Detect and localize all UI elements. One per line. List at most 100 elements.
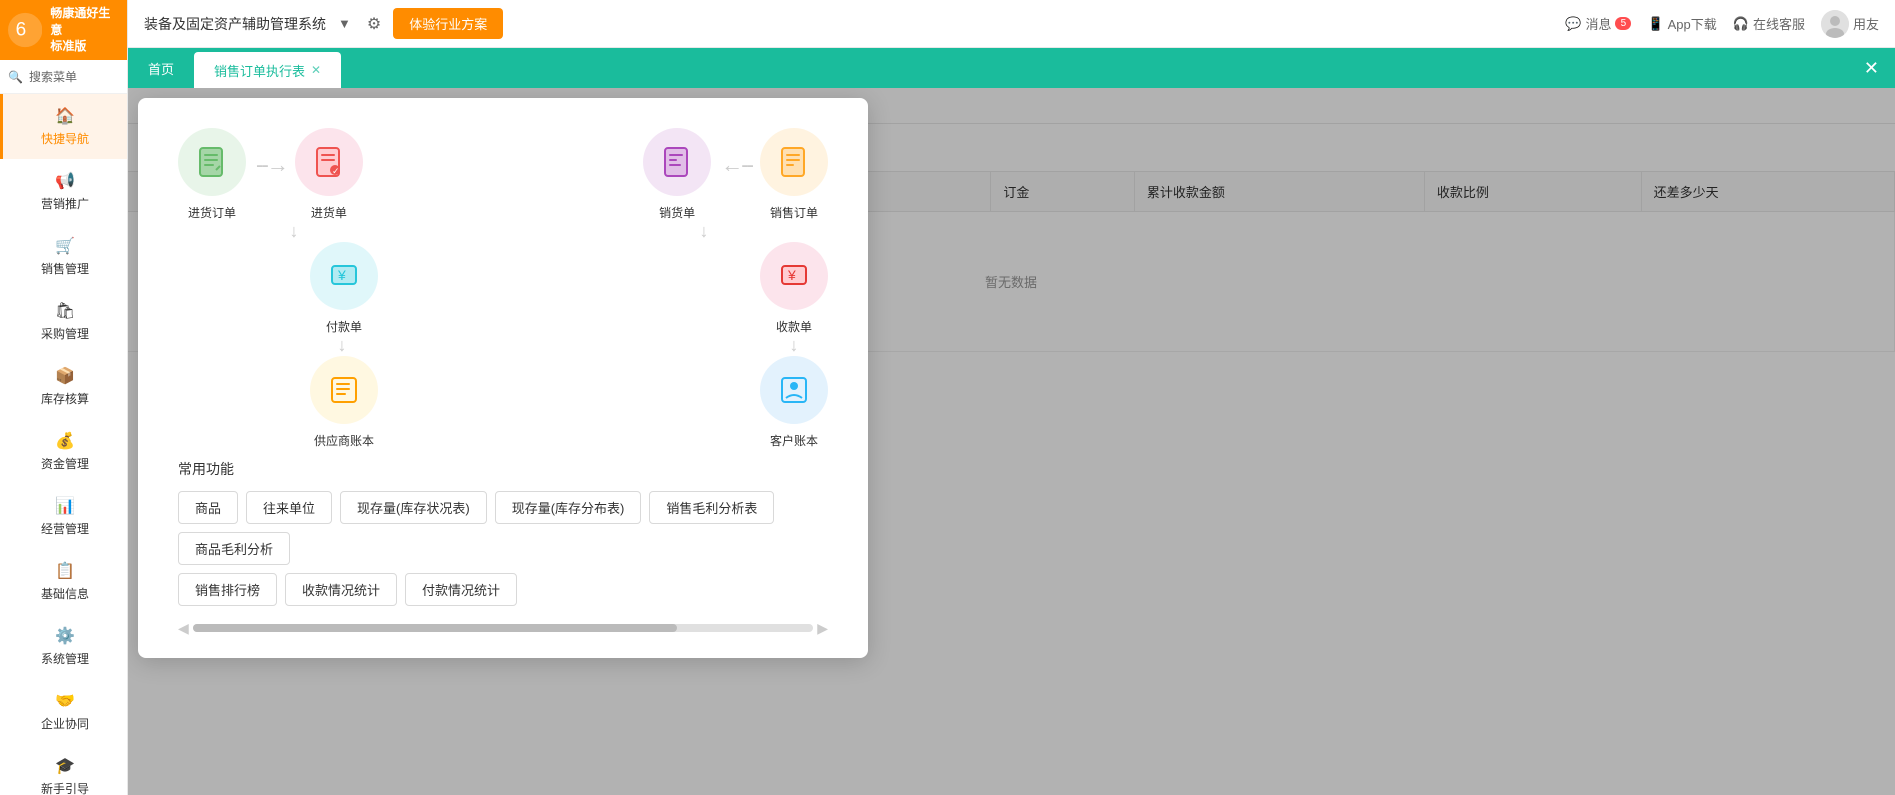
dashed-arrow-left-icon: ← - - — [721, 152, 750, 178]
purchase-bill-icon: ✓ — [295, 128, 363, 196]
down-arrow-sales-icon: ↓ — [700, 221, 709, 242]
sales-icon: 🛒 — [55, 236, 75, 256]
func-btn-goods[interactable]: 商品 — [178, 491, 238, 524]
topbar-right: 💬 消息 5 📱 App下载 🎧 在线客服 — [1565, 10, 1879, 38]
sales-order-svg — [776, 144, 812, 180]
message-icon: 💬 — [1565, 16, 1581, 32]
close-all-btn[interactable]: ✕ — [1864, 58, 1895, 79]
sidebar-item-purchase[interactable]: 🛍 采购管理 — [0, 289, 127, 354]
payment-bill-node: ¥ 付款单 — [310, 242, 378, 335]
common-functions-title: 常用功能 — [178, 459, 828, 479]
sidebar-item-label: 经营管理 — [41, 520, 89, 537]
func-buttons-row-2: 销售排行榜 收款情况统计 付款情况统计 — [178, 573, 828, 606]
tab-sales-order-exec-label: 销售订单执行表 — [214, 61, 305, 80]
func-btn-receipt-stats[interactable]: 收款情况统计 — [285, 573, 397, 606]
modal-overlay[interactable]: 进货订单 - - → — [128, 88, 1895, 795]
sidebar-item-inventory[interactable]: 📦 库存核算 — [0, 354, 127, 419]
payment-bill-icon: ¥ — [310, 242, 378, 310]
sales-bill-svg — [659, 144, 695, 180]
sidebar-item-label: 采购管理 — [41, 325, 89, 342]
sidebar-item-newbie[interactable]: 🎓 新手引导 — [0, 744, 127, 795]
download-icon: 📱 — [1647, 16, 1663, 32]
sidebar-item-quick-nav[interactable]: 🏠 快捷导航 — [0, 94, 127, 159]
purchase-order-node: 进货订单 — [178, 128, 246, 221]
sidebar-nav: 🏠 快捷导航 📢 营销推广 🛒 销售管理 🛍 采购管理 📦 库存核算 💰 — [0, 94, 127, 795]
down-arrow-receipt-icon: ↓ — [790, 335, 799, 356]
func-btn-sales-rank[interactable]: 销售排行榜 — [178, 573, 277, 606]
sidebar-item-sales[interactable]: 🛒 销售管理 — [0, 224, 127, 289]
purchase-bill-svg: ✓ — [311, 144, 347, 180]
receipt-bill-icon: ¥ — [760, 242, 828, 310]
purchase-bill-label: 进货单 — [311, 204, 347, 221]
avatar — [1821, 10, 1849, 38]
customer-account-icon — [760, 356, 828, 424]
down-arrow-purchase-icon: ↓ — [290, 221, 299, 242]
purchase-bill-node: ✓ 进货单 — [295, 128, 363, 221]
arrow-2: ← - - — [711, 152, 760, 178]
payment-bill-svg: ¥ — [326, 258, 362, 294]
user-menu[interactable]: 用友 — [1821, 10, 1879, 38]
func-btn-sales-profit-analysis[interactable]: 销售毛利分析表 — [649, 491, 774, 524]
func-buttons-row-1: 商品 往来单位 现存量(库存状况表) 现存量(库存分布表) 销售毛利分析表 商品… — [178, 491, 828, 565]
scroll-left-btn[interactable]: ◀ — [178, 620, 189, 637]
operations-icon: 📊 — [55, 496, 75, 516]
tab-sales-order-exec[interactable]: 销售订单执行表 ✕ — [194, 52, 341, 88]
sales-bill-icon — [643, 128, 711, 196]
tab-home[interactable]: 首页 — [128, 48, 194, 88]
modal-scrollbar-container: ◀ ▶ — [178, 614, 828, 642]
func-btn-inventory-dist[interactable]: 现存量(库存分布表) — [495, 491, 642, 524]
experience-btn[interactable]: 体验行业方案 — [393, 8, 503, 39]
sidebar-item-label: 基础信息 — [41, 585, 89, 602]
purchase-icon: 🛍 — [55, 301, 75, 321]
finance-icon: 💰 — [55, 431, 75, 451]
purchase-order-icon — [178, 128, 246, 196]
sidebar-item-label: 资金管理 — [41, 455, 89, 472]
func-btn-partners[interactable]: 往来单位 — [246, 491, 332, 524]
func-btn-payment-stats[interactable]: 付款情况统计 — [405, 573, 517, 606]
settings-icon[interactable]: ⚙ — [367, 14, 381, 34]
sidebar-item-label: 新手引导 — [41, 780, 89, 795]
customer-account-node: 客户账本 — [760, 356, 828, 449]
sales-order-label: 销售订单 — [770, 204, 818, 221]
home-icon: 🏠 — [55, 106, 75, 126]
customer-account-svg — [776, 372, 812, 408]
message-btn[interactable]: 💬 消息 5 — [1565, 14, 1631, 33]
app-download-btn[interactable]: 📱 App下载 — [1647, 14, 1716, 33]
tab-close-icon[interactable]: ✕ — [311, 63, 321, 77]
search-icon: 🔍 — [8, 70, 23, 84]
flow-row-2: ¥ 付款单 — [178, 242, 828, 335]
modal-scrollbar[interactable] — [193, 624, 813, 632]
sidebar-item-marketing[interactable]: 📢 营销推广 — [0, 159, 127, 224]
sidebar-search[interactable]: 🔍 搜索菜单 — [0, 60, 127, 94]
func-btn-goods-profit-analysis[interactable]: 商品毛利分析 — [178, 532, 290, 565]
sidebar-item-enterprise[interactable]: 🤝 企业协同 — [0, 679, 127, 744]
sales-order-icon — [760, 128, 828, 196]
sales-bill-node: 销货单 — [643, 128, 711, 221]
supplier-account-label: 供应商账本 — [314, 432, 374, 449]
payment-bill-label: 付款单 — [326, 318, 362, 335]
user-name: 用友 — [1853, 14, 1879, 33]
app-download-label: App下载 — [1668, 14, 1717, 33]
sidebar-item-system[interactable]: ⚙️ 系统管理 — [0, 614, 127, 679]
sidebar-item-finance[interactable]: 💰 资金管理 — [0, 419, 127, 484]
logo-icon: 6 — [8, 12, 42, 48]
sidebar-item-basic[interactable]: 📋 基础信息 — [0, 549, 127, 614]
supplier-account-node: 供应商账本 — [310, 356, 378, 449]
flow-arrows-row-2: ↓ ↓ — [308, 335, 828, 356]
down-arrow-purchase: ↓ — [260, 221, 328, 242]
avatar-icon — [1821, 10, 1849, 38]
online-service-btn[interactable]: 🎧 在线客服 — [1733, 14, 1805, 33]
service-icon: 🎧 — [1733, 16, 1749, 32]
main-area: 装备及固定资产辅助管理系统 ▼ ⚙ 体验行业方案 💬 消息 5 📱 App下载 … — [128, 0, 1895, 795]
chevron-down-icon: ▼ — [338, 16, 351, 31]
flow-row-3: 供应商账本 — [178, 356, 828, 449]
system-icon: ⚙️ — [55, 626, 75, 646]
content-area: ❓ 帮助 🖨 按模板打印 ▼ 📤 导出 ▼ 🔄 — [128, 88, 1895, 795]
marketing-icon: 📢 — [55, 171, 75, 191]
receipt-bill-node: ¥ 收款单 — [760, 242, 828, 335]
scroll-right-btn[interactable]: ▶ — [817, 620, 828, 637]
system-dropdown[interactable]: ▼ — [338, 16, 351, 31]
func-btn-inventory-status[interactable]: 现存量(库存状况表) — [340, 491, 487, 524]
sidebar-item-operations[interactable]: 📊 经营管理 — [0, 484, 127, 549]
sidebar: 6 畅康通好生意标准版 🔍 搜索菜单 🏠 快捷导航 📢 营销推广 🛒 销售管理 … — [0, 0, 128, 795]
